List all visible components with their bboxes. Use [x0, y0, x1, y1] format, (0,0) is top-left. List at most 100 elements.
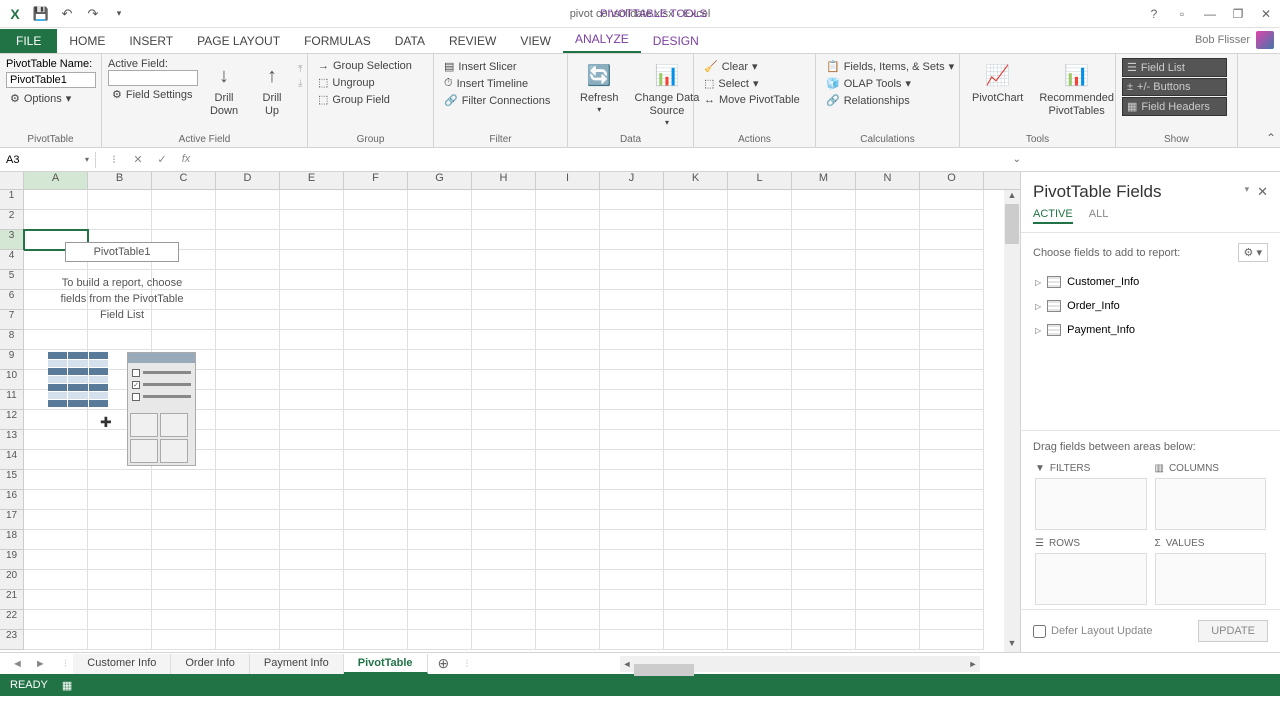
row-header-20[interactable]: 20	[0, 570, 24, 590]
cell-E19[interactable]	[280, 550, 344, 570]
cell-L9[interactable]	[728, 350, 792, 370]
cell-B21[interactable]	[88, 590, 152, 610]
cell-I5[interactable]	[536, 270, 600, 290]
row-header-10[interactable]: 10	[0, 370, 24, 390]
cell-C23[interactable]	[152, 630, 216, 650]
cell-H5[interactable]	[472, 270, 536, 290]
cell-F16[interactable]	[344, 490, 408, 510]
cell-F14[interactable]	[344, 450, 408, 470]
help-icon[interactable]: ?	[1140, 3, 1168, 25]
cell-H6[interactable]	[472, 290, 536, 310]
formula-input[interactable]	[204, 154, 1280, 166]
cell-L11[interactable]	[728, 390, 792, 410]
field-item-payment_info[interactable]: ▷Payment_Info	[1033, 318, 1268, 342]
cell-O1[interactable]	[920, 190, 984, 210]
field-settings-button[interactable]: ⚙ Field Settings	[108, 86, 198, 103]
column-header-C[interactable]: C	[152, 172, 216, 189]
cell-M15[interactable]	[792, 470, 856, 490]
cell-N16[interactable]	[856, 490, 920, 510]
cell-I7[interactable]	[536, 310, 600, 330]
insert-timeline-button[interactable]: ⏱ Insert Timeline	[440, 75, 532, 92]
cell-H21[interactable]	[472, 590, 536, 610]
cell-J16[interactable]	[600, 490, 664, 510]
field-headers-toggle[interactable]: ▦ Field Headers	[1122, 97, 1227, 116]
column-header-N[interactable]: N	[856, 172, 920, 189]
cell-G10[interactable]	[408, 370, 472, 390]
cell-L14[interactable]	[728, 450, 792, 470]
cell-D21[interactable]	[216, 590, 280, 610]
cell-N7[interactable]	[856, 310, 920, 330]
cell-G23[interactable]	[408, 630, 472, 650]
cell-I20[interactable]	[536, 570, 600, 590]
cell-N5[interactable]	[856, 270, 920, 290]
sheet-nav-next-icon[interactable]: ►	[31, 658, 50, 670]
cell-O22[interactable]	[920, 610, 984, 630]
cell-G2[interactable]	[408, 210, 472, 230]
defer-layout-checkbox[interactable]: Defer Layout Update	[1033, 625, 1153, 638]
column-header-J[interactable]: J	[600, 172, 664, 189]
cell-O13[interactable]	[920, 430, 984, 450]
columns-area[interactable]: ▥COLUMNS	[1151, 459, 1271, 534]
scroll-down-icon[interactable]: ▼	[1004, 638, 1020, 652]
cell-J20[interactable]	[600, 570, 664, 590]
cell-O23[interactable]	[920, 630, 984, 650]
insert-function-icon[interactable]: fx	[174, 153, 198, 166]
cell-L17[interactable]	[728, 510, 792, 530]
cell-G7[interactable]	[408, 310, 472, 330]
cell-F5[interactable]	[344, 270, 408, 290]
cell-O10[interactable]	[920, 370, 984, 390]
cell-K7[interactable]	[664, 310, 728, 330]
cell-D11[interactable]	[216, 390, 280, 410]
cell-N17[interactable]	[856, 510, 920, 530]
cell-M1[interactable]	[792, 190, 856, 210]
cell-I19[interactable]	[536, 550, 600, 570]
cell-L10[interactable]	[728, 370, 792, 390]
tools-gear-icon[interactable]: ⚙ ▾	[1238, 243, 1268, 262]
cell-D2[interactable]	[216, 210, 280, 230]
cell-J7[interactable]	[600, 310, 664, 330]
cell-M19[interactable]	[792, 550, 856, 570]
relationships-button[interactable]: 🔗 Relationships	[822, 92, 914, 109]
cell-F15[interactable]	[344, 470, 408, 490]
cell-L7[interactable]	[728, 310, 792, 330]
row-header-14[interactable]: 14	[0, 450, 24, 470]
cell-M5[interactable]	[792, 270, 856, 290]
row-header-8[interactable]: 8	[0, 330, 24, 350]
row-header-18[interactable]: 18	[0, 530, 24, 550]
cell-M8[interactable]	[792, 330, 856, 350]
cell-J4[interactable]	[600, 250, 664, 270]
cell-G20[interactable]	[408, 570, 472, 590]
tab-view[interactable]: VIEW	[508, 29, 563, 53]
cell-F23[interactable]	[344, 630, 408, 650]
tab-home[interactable]: HOME	[57, 29, 117, 53]
column-header-K[interactable]: K	[664, 172, 728, 189]
cell-F21[interactable]	[344, 590, 408, 610]
cell-O20[interactable]	[920, 570, 984, 590]
minimize-icon[interactable]: —	[1196, 3, 1224, 25]
cell-K22[interactable]	[664, 610, 728, 630]
cell-E5[interactable]	[280, 270, 344, 290]
cell-E7[interactable]	[280, 310, 344, 330]
move-pivottable-button[interactable]: ↔ Move PivotTable	[700, 92, 804, 108]
hscroll-right-icon[interactable]: ►	[966, 659, 980, 669]
cell-K17[interactable]	[664, 510, 728, 530]
cell-O16[interactable]	[920, 490, 984, 510]
cell-N2[interactable]	[856, 210, 920, 230]
cell-E15[interactable]	[280, 470, 344, 490]
cell-N15[interactable]	[856, 470, 920, 490]
cell-M20[interactable]	[792, 570, 856, 590]
cell-E1[interactable]	[280, 190, 344, 210]
cell-J3[interactable]	[600, 230, 664, 250]
cell-E14[interactable]	[280, 450, 344, 470]
cell-G13[interactable]	[408, 430, 472, 450]
cell-E8[interactable]	[280, 330, 344, 350]
column-header-G[interactable]: G	[408, 172, 472, 189]
cell-F2[interactable]	[344, 210, 408, 230]
cell-I4[interactable]	[536, 250, 600, 270]
cell-H1[interactable]	[472, 190, 536, 210]
cell-L2[interactable]	[728, 210, 792, 230]
cell-E10[interactable]	[280, 370, 344, 390]
cell-O19[interactable]	[920, 550, 984, 570]
cell-H23[interactable]	[472, 630, 536, 650]
cell-K23[interactable]	[664, 630, 728, 650]
